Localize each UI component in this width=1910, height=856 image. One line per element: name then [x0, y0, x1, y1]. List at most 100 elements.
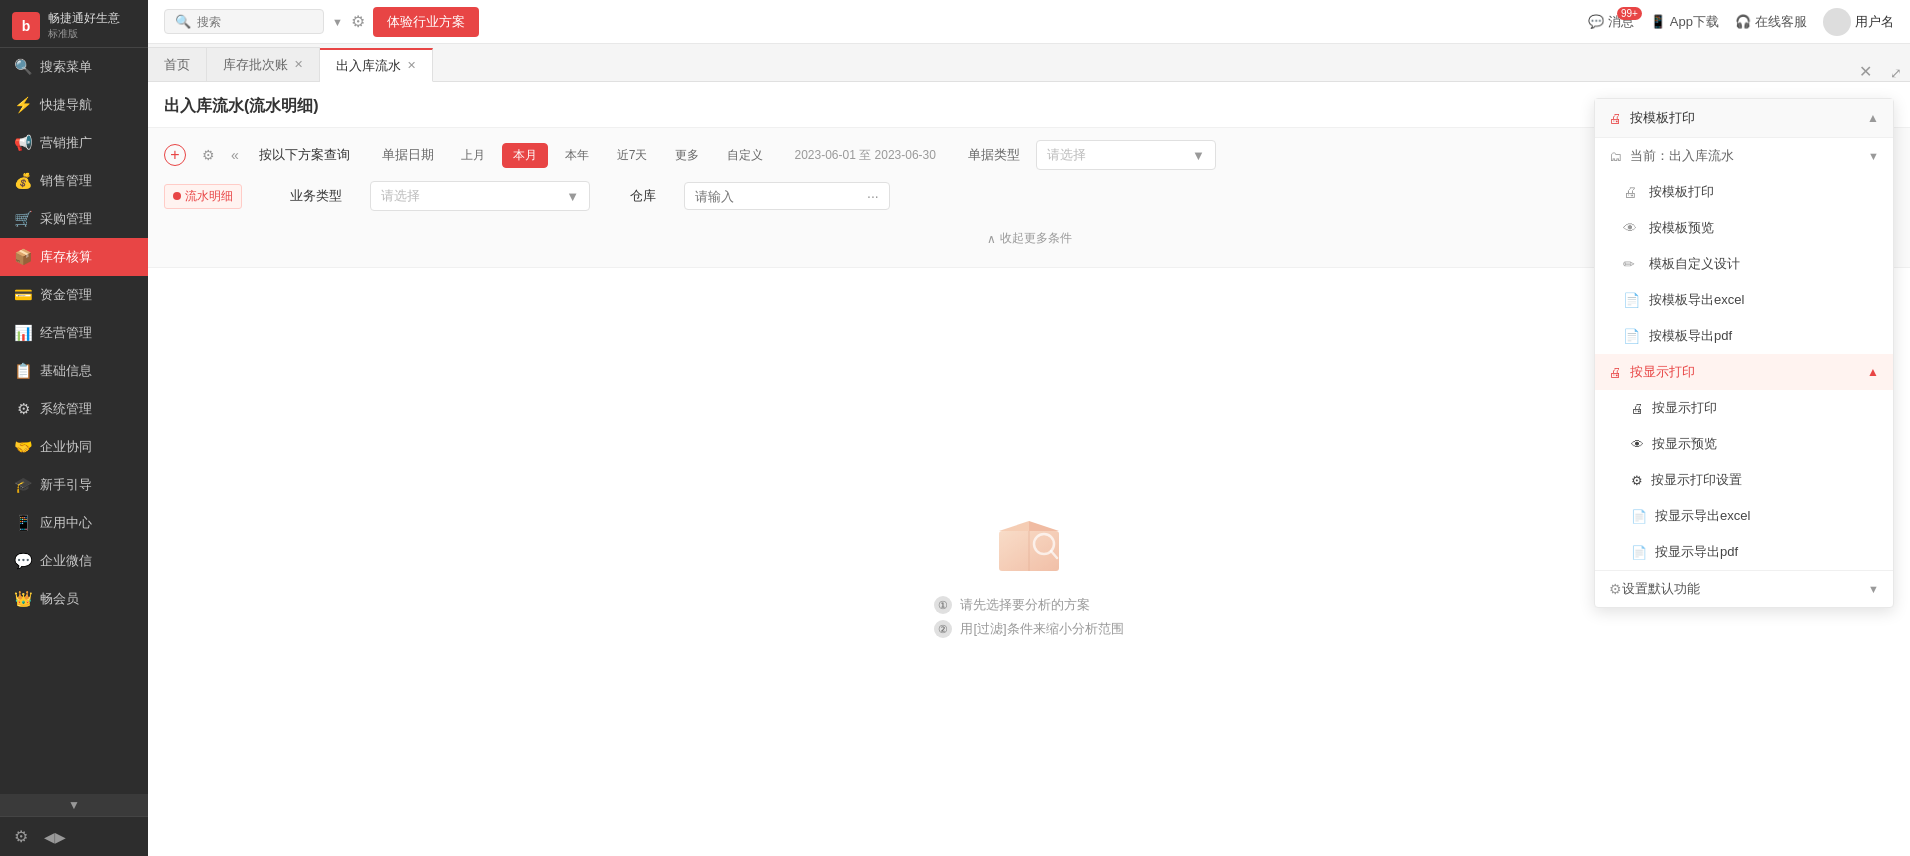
- tab-close-batch[interactable]: ✕: [294, 58, 303, 71]
- biz-type-select[interactable]: 请选择 ▼: [370, 181, 590, 211]
- sidebar: b 畅捷通好生意 标准版 🔍 搜索菜单 ⚡ 快捷导航 📢 营销推广 💰 销售管理…: [0, 0, 148, 856]
- app-download-label: App下载: [1670, 13, 1719, 31]
- template-preview-item[interactable]: 👁 按模板预览: [1595, 210, 1893, 246]
- display-print-header[interactable]: 🖨 按显示打印 ▲: [1595, 354, 1893, 390]
- page-title: 出入库流水(流水明细): [164, 96, 319, 117]
- tab-flow[interactable]: 出入库流水 ✕: [320, 48, 433, 82]
- messages-button[interactable]: 💬 消息 99+: [1588, 13, 1634, 31]
- sidebar-item-appcenter[interactable]: 📱 应用中心: [0, 504, 148, 542]
- sidebar-label-member: 畅会员: [40, 590, 79, 608]
- app-logo-text: 畅捷通好生意 标准版: [48, 10, 120, 41]
- tab-close-flow[interactable]: ✕: [407, 59, 416, 72]
- dropdown-header-arrow: ▲: [1867, 111, 1879, 125]
- empty-hints: ① 请先选择要分析的方案 ② 用[过滤]条件来缩小分析范围: [934, 596, 1123, 638]
- topbar-right: 💬 消息 99+ 📱 App下载 🎧 在线客服 用户名: [1588, 8, 1894, 36]
- flow-tag[interactable]: 流水明细: [164, 184, 242, 209]
- sidebar-item-wechat[interactable]: 💬 企业微信: [0, 542, 148, 580]
- filter-tag-custom[interactable]: 自定义: [716, 143, 774, 168]
- sidebar-label-system: 系统管理: [40, 400, 92, 418]
- sidebar-item-collab[interactable]: 🤝 企业协同: [0, 428, 148, 466]
- trial-industry-button[interactable]: 体验行业方案: [373, 7, 479, 37]
- filter-tag-more[interactable]: 更多: [664, 143, 710, 168]
- set-default-icon: ⚙: [1609, 581, 1622, 597]
- sidebar-label-operation: 经营管理: [40, 324, 92, 342]
- filter-tag-last-month[interactable]: 上月: [450, 143, 496, 168]
- hint-num-1: ①: [934, 596, 952, 614]
- sidebar-item-operation[interactable]: 📊 经营管理: [0, 314, 148, 352]
- collapse-button[interactable]: ∧ 收起更多条件: [987, 230, 1072, 247]
- display-settings-icon: ⚙: [1631, 473, 1643, 488]
- display-print-icon: 🖨: [1631, 401, 1644, 416]
- display-preview-item[interactable]: 👁 按显示预览: [1595, 426, 1893, 462]
- filter-tag-this-year[interactable]: 本年: [554, 143, 600, 168]
- sidebar-item-newbie[interactable]: 🎓 新手引导: [0, 466, 148, 504]
- warehouse-text-input[interactable]: [695, 189, 863, 204]
- template-excel-item[interactable]: 📄 按模板导出excel: [1595, 282, 1893, 318]
- print-dropdown-header[interactable]: 🖨 按模板打印 ▲: [1595, 99, 1893, 138]
- app-sublabel: 标准版: [48, 27, 120, 41]
- sidebar-item-finance[interactable]: 💳 资金管理: [0, 276, 148, 314]
- settings-icon[interactable]: ⚙: [14, 827, 28, 846]
- collab-icon: 🤝: [14, 438, 32, 456]
- template-pdf-item[interactable]: 📄 按模板导出pdf: [1595, 318, 1893, 354]
- display-print-item[interactable]: 🖨 按显示打印: [1595, 390, 1893, 426]
- flow-tag-dot: [173, 192, 181, 200]
- sidebar-item-system[interactable]: ⚙ 系统管理: [0, 390, 148, 428]
- sidebar-scroll-down[interactable]: ▼: [0, 794, 148, 816]
- sidebar-item-member[interactable]: 👑 畅会员: [0, 580, 148, 618]
- message-icon: 💬: [1588, 14, 1604, 29]
- phone-icon: 📱: [1650, 14, 1666, 29]
- close-all-tabs-icon[interactable]: ✕: [1849, 62, 1882, 81]
- search-input[interactable]: [197, 15, 297, 29]
- display-print-settings-item[interactable]: ⚙ 按显示打印设置: [1595, 462, 1893, 498]
- warehouse-more-icon[interactable]: ···: [867, 188, 879, 204]
- template-excel-icon: 📄: [1623, 292, 1641, 308]
- user-avatar: [1823, 8, 1851, 36]
- tab-batch[interactable]: 库存批次账 ✕: [207, 47, 320, 81]
- filter-tag-7days[interactable]: 近7天: [606, 143, 659, 168]
- sidebar-item-quick-nav[interactable]: ⚡ 快捷导航: [0, 86, 148, 124]
- app-download-button[interactable]: 📱 App下载: [1650, 13, 1719, 31]
- filter-tag-this-month[interactable]: 本月: [502, 143, 548, 168]
- warehouse-input[interactable]: ···: [684, 182, 890, 210]
- sidebar-label-marketing: 营销推广: [40, 134, 92, 152]
- topbar-search-box[interactable]: 🔍: [164, 9, 324, 34]
- hint-num-2: ②: [934, 620, 952, 638]
- sidebar-item-sales[interactable]: 💰 销售管理: [0, 162, 148, 200]
- template-custom-icon: ✏: [1623, 256, 1641, 272]
- template-custom-item[interactable]: ✏ 模板自定义设计: [1595, 246, 1893, 282]
- sidebar-label-collab: 企业协同: [40, 438, 92, 456]
- sidebar-label-newbie: 新手引导: [40, 476, 92, 494]
- current-template-item[interactable]: 🗂 当前：出入库流水 ▼: [1595, 138, 1893, 174]
- set-default-arrow: ▼: [1868, 583, 1879, 595]
- tab-home[interactable]: 首页: [148, 47, 207, 81]
- sidebar-item-basic[interactable]: 📋 基础信息: [0, 352, 148, 390]
- tab-label-batch: 库存批次账: [223, 56, 288, 74]
- set-default-item[interactable]: ⚙ 设置默认功能 ▼: [1595, 570, 1893, 607]
- print-dropdown-panel: 🖨 按模板打印 ▲ 🗂 当前：出入库流水 ▼ 🖨 按模板打印 👁 按模板预览 ✏…: [1594, 98, 1894, 608]
- sidebar-item-inventory[interactable]: 📦 库存核算: [0, 238, 148, 276]
- biz-type-arrow: ▼: [566, 189, 579, 204]
- display-excel-icon: 📄: [1631, 509, 1647, 524]
- display-pdf-item[interactable]: 📄 按显示导出pdf: [1595, 534, 1893, 570]
- filter-settings-icon[interactable]: ⚙: [202, 147, 215, 163]
- customer-service-label: 在线客服: [1755, 13, 1807, 31]
- sidebar-label-appcenter: 应用中心: [40, 514, 92, 532]
- tabs-expand-icon[interactable]: ⤢: [1882, 65, 1910, 81]
- search-dropdown-arrow[interactable]: ▼: [332, 16, 343, 28]
- user-profile-button[interactable]: 用户名: [1823, 8, 1894, 36]
- template-print-icon: 🖨: [1623, 184, 1641, 200]
- collapse-sidebar-icon[interactable]: ◀▶: [44, 829, 66, 845]
- sidebar-item-search[interactable]: 🔍 搜索菜单: [0, 48, 148, 86]
- template-print-item[interactable]: 🖨 按模板打印: [1595, 174, 1893, 210]
- filter-type-select[interactable]: 请选择 ▼: [1036, 140, 1216, 170]
- topbar-gear-icon[interactable]: ⚙: [351, 12, 365, 31]
- add-filter-button[interactable]: +: [164, 144, 186, 166]
- display-excel-item[interactable]: 📄 按显示导出excel: [1595, 498, 1893, 534]
- filter-collapse-icon[interactable]: «: [231, 147, 239, 163]
- current-arrow: ▼: [1868, 150, 1879, 162]
- sidebar-item-marketing[interactable]: 📢 营销推广: [0, 124, 148, 162]
- customer-service-button[interactable]: 🎧 在线客服: [1735, 13, 1807, 31]
- hint-1: ① 请先选择要分析的方案: [934, 596, 1090, 614]
- sidebar-item-purchase[interactable]: 🛒 采购管理: [0, 200, 148, 238]
